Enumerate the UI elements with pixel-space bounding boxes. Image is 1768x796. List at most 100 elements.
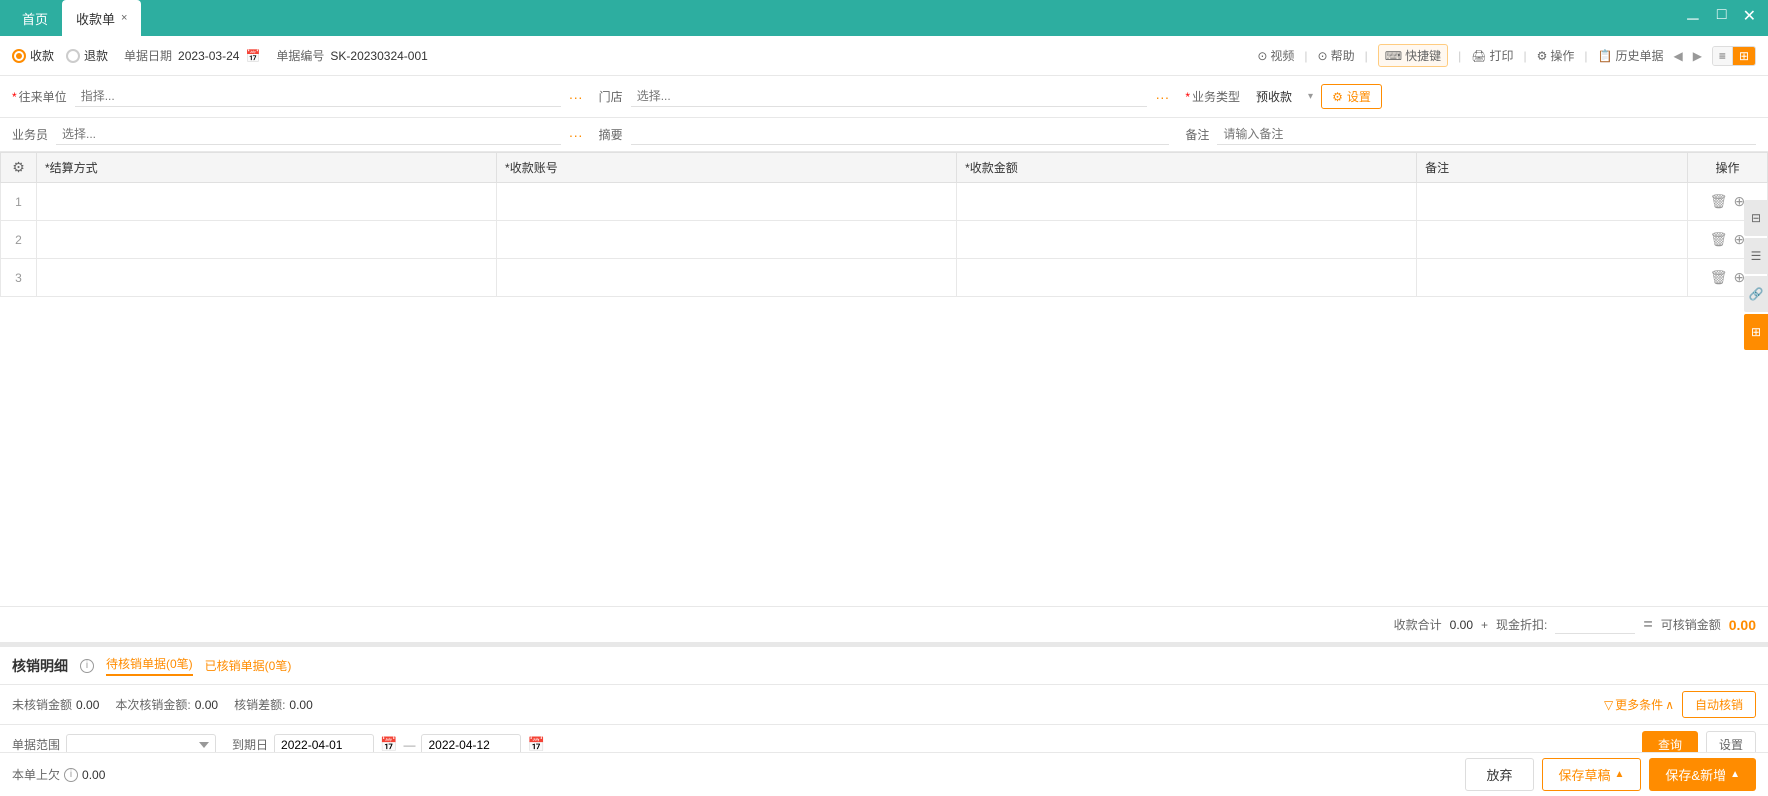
right-panel-list-icon[interactable]: ☰ [1744, 238, 1768, 274]
unchecked-value: 0.00 [76, 698, 99, 712]
save-new-label: 保存&新增 [1665, 765, 1726, 784]
history-btn[interactable]: 📋 历史单据 [1597, 47, 1663, 64]
table-row: 2 🗑 ⊕ [1, 221, 1768, 259]
help-icon: ⊙ [1318, 49, 1328, 63]
grid-view-btn[interactable]: ⊞ [1733, 47, 1755, 65]
shop-input[interactable] [631, 86, 1148, 107]
row-delete-icon[interactable]: 🗑 [1710, 193, 1728, 210]
table-settings-icon[interactable]: ⚙ [12, 159, 25, 175]
date-value: 2023-03-24 [178, 49, 239, 63]
partner-label: *往来单位 [12, 88, 67, 105]
chevron-up-icon: ∧ [1665, 698, 1674, 712]
staff-more-btn[interactable]: ··· [569, 127, 583, 143]
right-panel-link-icon[interactable]: 🔗 [1744, 276, 1768, 312]
nav-prev-icon[interactable]: ◀ [1673, 49, 1682, 63]
query-label: 查询 [1658, 738, 1682, 752]
abstract-input[interactable] [631, 124, 1170, 145]
partner-field: *往来单位 ··· [12, 84, 583, 109]
video-btn[interactable]: ⊙ 视频 [1257, 47, 1294, 64]
main-table: ⚙ *结算方式 *收款账号 *收款金额 备注 操作 [0, 152, 1768, 297]
recon-actions: ▽ 更多条件 ∧ 自动核销 [1604, 691, 1756, 718]
form-row2: 业务员 ··· 摘要 备注 [0, 118, 1768, 152]
total-label: 收款合计 [1394, 616, 1442, 633]
row-amount[interactable] [957, 221, 1417, 259]
help-btn[interactable]: ⊙ 帮助 [1318, 47, 1355, 64]
window-close-icon[interactable]: ✕ [1739, 4, 1760, 32]
history-icon: 📋 [1597, 49, 1612, 63]
row-account[interactable] [497, 183, 957, 221]
equals-sign: = [1643, 616, 1652, 634]
window-maximize-icon[interactable]: □ [1713, 4, 1731, 32]
right-panel-active-icon[interactable]: ⊞ [1744, 314, 1768, 350]
shortcut-btn[interactable]: ⌨ 快捷键 [1378, 44, 1448, 67]
calendar-icon[interactable]: 📅 [245, 49, 260, 63]
row-amount[interactable] [957, 259, 1417, 297]
diff-value: 0.00 [289, 698, 312, 712]
partner-input[interactable] [75, 86, 561, 107]
more-conditions-btn[interactable]: ▽ 更多条件 ∧ [1604, 696, 1674, 713]
view-toggle: ≡ ⊞ [1712, 46, 1756, 66]
prev-label: 本单上欠 [12, 766, 60, 783]
tab-home-label: 首页 [22, 9, 48, 28]
settings-button[interactable]: ⚙ 设置 [1321, 84, 1382, 109]
partner-more-btn[interactable]: ··· [569, 89, 583, 105]
row-delete-icon[interactable]: 🗑 [1710, 269, 1728, 286]
row-amount[interactable] [957, 183, 1417, 221]
summary-row: 收款合计 0.00 + 现金折扣: = 可核销金额 0.00 [0, 607, 1768, 643]
row-note[interactable] [1417, 221, 1688, 259]
recon-info-icon[interactable]: i [80, 659, 94, 673]
current-label: 本次核销金额: [115, 696, 190, 713]
radio-collect[interactable]: 收款 [12, 47, 54, 64]
ops-btn[interactable]: ⚙ 操作 [1537, 47, 1575, 64]
tab-close-icon[interactable]: × [121, 12, 127, 24]
table-gear-header[interactable]: ⚙ [1, 153, 37, 183]
row-account[interactable] [497, 259, 957, 297]
abandon-button[interactable]: 放弃 [1465, 758, 1533, 791]
available-value: 0.00 [1729, 617, 1756, 633]
row-settlement[interactable] [37, 221, 497, 259]
save-new-button[interactable]: 保存&新增 ▲ [1649, 758, 1756, 791]
row-note[interactable] [1417, 259, 1688, 297]
recon-header: 核销明细 i 待核销单据(0笔) 已核销单据(0笔) [0, 647, 1768, 685]
auto-recon-button[interactable]: 自动核销 [1682, 691, 1756, 718]
shop-more-btn[interactable]: ··· [1155, 89, 1169, 105]
row-account[interactable] [497, 221, 957, 259]
tab-active[interactable]: 收款单 × [62, 0, 141, 36]
row-note[interactable] [1417, 183, 1688, 221]
row-settlement[interactable] [37, 259, 497, 297]
col-ops-header: 操作 [1688, 153, 1768, 183]
toolbar-right: ⊙ 视频 | ⊙ 帮助 | ⌨ 快捷键 | 🖨 打印 | ⚙ 操作 [1257, 44, 1756, 67]
print-icon: 🖨 [1471, 49, 1486, 63]
print-btn[interactable]: 🖨 打印 [1471, 47, 1513, 64]
calendar-from-icon[interactable]: 📅 [380, 736, 397, 753]
gear-icon: ⚙ [1332, 90, 1343, 104]
discount-input[interactable] [1555, 615, 1635, 634]
row-delete-icon[interactable]: 🗑 [1710, 231, 1728, 248]
staff-input[interactable] [56, 124, 561, 145]
draft-chevron-icon: ▲ [1615, 769, 1625, 780]
staff-field: 业务员 ··· [12, 124, 583, 145]
radio-collect-circle [12, 49, 26, 63]
total-value: 0.00 [1450, 618, 1473, 632]
nav-next-icon[interactable]: ▶ [1693, 49, 1702, 63]
biz-type-chevron-icon[interactable]: ▾ [1308, 91, 1313, 102]
window-minimize-icon[interactable]: － [1681, 4, 1705, 32]
pending-tab[interactable]: 待核销单据(0笔) [106, 655, 193, 676]
row-settlement[interactable] [37, 183, 497, 221]
radio-refund[interactable]: 退款 [66, 47, 108, 64]
list-view-btn[interactable]: ≡ [1713, 47, 1733, 65]
right-panel-table-icon[interactable]: ⊟ [1744, 200, 1768, 236]
footer-info: 本单上欠 i 0.00 [12, 766, 105, 783]
done-tab[interactable]: 已核销单据(0笔) [205, 657, 292, 674]
tab-home[interactable]: 首页 [8, 0, 62, 36]
table-row: 3 🗑 ⊕ [1, 259, 1768, 297]
form-row1: *往来单位 ··· 门店 ··· *业务类型 预收款 ▾ ⚙ 设置 [0, 76, 1768, 118]
prev-info-icon[interactable]: i [64, 768, 78, 782]
video-icon: ⊙ [1257, 49, 1267, 63]
date-field: 单据日期 2023-03-24 📅 [124, 47, 260, 64]
number-value: SK-20230324-001 [330, 49, 427, 63]
save-draft-button[interactable]: 保存草稿 ▲ [1542, 758, 1642, 791]
more-conditions-label: 更多条件 [1615, 696, 1663, 713]
note-input[interactable] [1217, 124, 1756, 145]
calendar-to-icon[interactable]: 📅 [527, 736, 544, 753]
